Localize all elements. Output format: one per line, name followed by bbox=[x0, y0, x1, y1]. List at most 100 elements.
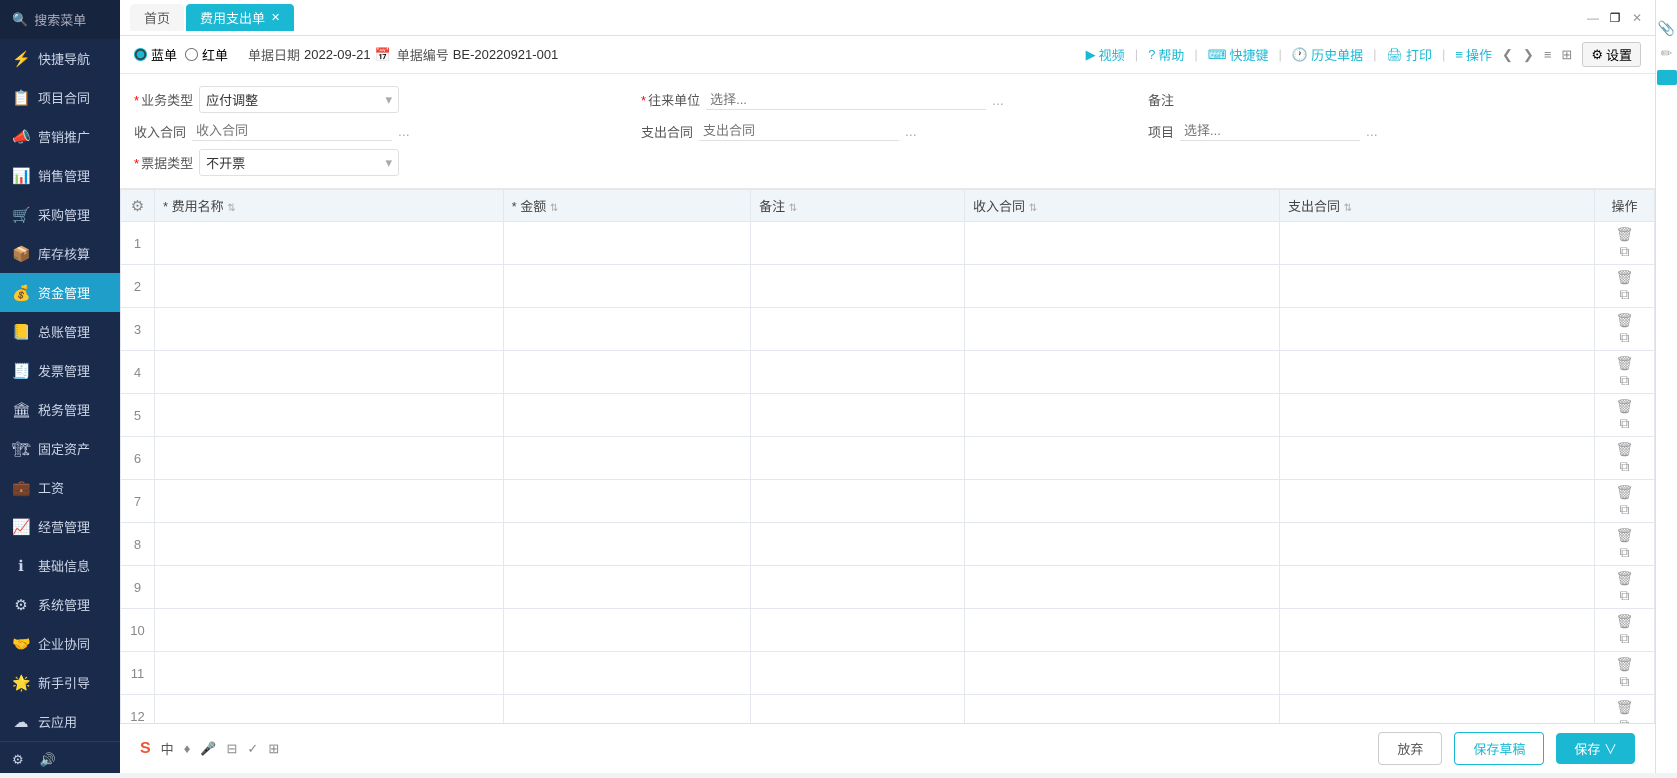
cell-expense-contract[interactable] bbox=[1280, 480, 1595, 523]
cell-expense-contract[interactable] bbox=[1280, 523, 1595, 566]
cell-remark[interactable] bbox=[751, 480, 965, 523]
delete-row-icon[interactable]: 🗑 bbox=[1616, 570, 1634, 586]
copy-row-icon[interactable]: ⧉ bbox=[1620, 458, 1630, 474]
cell-remark[interactable] bbox=[751, 265, 965, 308]
cell-amount[interactable] bbox=[503, 308, 751, 351]
radio-blue[interactable] bbox=[134, 48, 147, 61]
cell-amount[interactable] bbox=[503, 695, 751, 724]
cell-expense-contract[interactable] bbox=[1280, 351, 1595, 394]
expense-contract-dots[interactable]: ... bbox=[905, 123, 917, 139]
delete-row-icon[interactable]: 🗑 bbox=[1616, 484, 1634, 500]
cell-income-contract[interactable] bbox=[965, 652, 1280, 695]
cell-expense-contract[interactable] bbox=[1280, 437, 1595, 480]
sidebar-item-sys-mgmt[interactable]: ⚙ 系统管理 bbox=[0, 585, 120, 624]
radio-red-label[interactable]: 红单 bbox=[185, 45, 228, 64]
cell-amount[interactable] bbox=[503, 394, 751, 437]
cell-expense-name[interactable] bbox=[155, 265, 504, 308]
radio-blue-label[interactable]: 蓝单 bbox=[134, 45, 177, 64]
cell-expense-contract[interactable] bbox=[1280, 566, 1595, 609]
save-draft-button[interactable]: 保存草稿 bbox=[1454, 732, 1544, 765]
table-row[interactable]: 11 🗑 ⧉ bbox=[121, 652, 1655, 695]
cell-expense-contract[interactable] bbox=[1280, 394, 1595, 437]
cell-expense-name[interactable] bbox=[155, 566, 504, 609]
copy-row-icon[interactable]: ⧉ bbox=[1620, 372, 1630, 388]
cell-income-contract[interactable] bbox=[965, 394, 1280, 437]
edge-cyan-button[interactable] bbox=[1657, 70, 1677, 85]
sidebar-item-salary[interactable]: 💼 工资 bbox=[0, 468, 120, 507]
cell-expense-name[interactable] bbox=[155, 351, 504, 394]
table-row[interactable]: 3 🗑 ⧉ bbox=[121, 308, 1655, 351]
cell-expense-name[interactable] bbox=[155, 695, 504, 724]
project-dots[interactable]: ... bbox=[1366, 123, 1378, 139]
sidebar-item-invoice-mgmt[interactable]: 🧾 发票管理 bbox=[0, 351, 120, 390]
close-button[interactable]: ✕ bbox=[1629, 10, 1645, 26]
cell-income-contract[interactable] bbox=[965, 609, 1280, 652]
sidebar-item-capital-mgmt[interactable]: 💰 资金管理 bbox=[0, 273, 120, 312]
sidebar-item-account-mgmt[interactable]: 📒 总账管理 bbox=[0, 312, 120, 351]
cell-remark[interactable] bbox=[751, 437, 965, 480]
cell-amount[interactable] bbox=[503, 351, 751, 394]
edge-clip-icon[interactable]: 📎 bbox=[1658, 20, 1675, 37]
view-list-icon[interactable]: ≡ bbox=[1544, 47, 1552, 62]
sidebar-item-sales-mgmt[interactable]: 📊 销售管理 bbox=[0, 156, 120, 195]
copy-row-icon[interactable]: ⧉ bbox=[1620, 329, 1630, 345]
delete-row-icon[interactable]: 🗑 bbox=[1616, 398, 1634, 414]
table-row[interactable]: 5 🗑 ⧉ bbox=[121, 394, 1655, 437]
copy-row-icon[interactable]: ⧉ bbox=[1620, 630, 1630, 646]
tab-close-icon[interactable]: ✕ bbox=[271, 11, 280, 24]
cell-income-contract[interactable] bbox=[965, 695, 1280, 724]
save-button[interactable]: 保存 ∨ bbox=[1556, 733, 1635, 764]
income-contract-dots[interactable]: ... bbox=[398, 123, 410, 139]
tab-home[interactable]: 首页 bbox=[130, 4, 184, 31]
cell-remark[interactable] bbox=[751, 222, 965, 265]
cell-remark[interactable] bbox=[751, 308, 965, 351]
cell-expense-name[interactable] bbox=[155, 652, 504, 695]
settings-bottom-icon[interactable]: ⚙ bbox=[12, 752, 24, 768]
cell-remark[interactable] bbox=[751, 394, 965, 437]
cell-income-contract[interactable] bbox=[965, 480, 1280, 523]
sidebar-item-new-guide[interactable]: 🌟 新手引导 bbox=[0, 663, 120, 702]
history-action[interactable]: 🕐 历史单据 bbox=[1292, 45, 1363, 64]
abandon-button[interactable]: 放弃 bbox=[1378, 732, 1442, 765]
cell-expense-name[interactable] bbox=[155, 437, 504, 480]
radio-red[interactable] bbox=[185, 48, 198, 61]
cell-expense-contract[interactable] bbox=[1280, 308, 1595, 351]
copy-row-icon[interactable]: ⧉ bbox=[1620, 587, 1630, 603]
cell-income-contract[interactable] bbox=[965, 265, 1280, 308]
print-action[interactable]: 🖨 打印 bbox=[1386, 45, 1432, 64]
expense-contract-input[interactable] bbox=[699, 121, 899, 141]
cell-expense-name[interactable] bbox=[155, 480, 504, 523]
cell-amount[interactable] bbox=[503, 523, 751, 566]
tab-expense-bill[interactable]: 费用支出单 ✕ bbox=[186, 4, 294, 31]
table-row[interactable]: 6 🗑 ⧉ bbox=[121, 437, 1655, 480]
delete-row-icon[interactable]: 🗑 bbox=[1616, 226, 1634, 242]
cell-income-contract[interactable] bbox=[965, 523, 1280, 566]
copy-row-icon[interactable]: ⧉ bbox=[1620, 673, 1630, 689]
cell-expense-contract[interactable] bbox=[1280, 695, 1595, 724]
table-row[interactable]: 1 🗑 ⧉ bbox=[121, 222, 1655, 265]
remark-sort[interactable]: ⇅ bbox=[789, 203, 797, 214]
cell-expense-name[interactable] bbox=[155, 308, 504, 351]
table-row[interactable]: 10 🗑 ⧉ bbox=[121, 609, 1655, 652]
sidebar-item-tax-mgmt[interactable]: 🏛 税务管理 bbox=[0, 390, 120, 429]
cell-expense-contract[interactable] bbox=[1280, 222, 1595, 265]
cell-amount[interactable] bbox=[503, 609, 751, 652]
delete-row-icon[interactable]: 🗑 bbox=[1616, 527, 1634, 543]
minimize-button[interactable]: — bbox=[1585, 10, 1601, 26]
cell-amount[interactable] bbox=[503, 480, 751, 523]
help-action[interactable]: ? 帮助 bbox=[1148, 45, 1184, 64]
ops-action[interactable]: ≡ 操作 bbox=[1455, 45, 1492, 64]
table-row[interactable]: 7 🗑 ⧉ bbox=[121, 480, 1655, 523]
counterpart-input[interactable] bbox=[706, 90, 986, 110]
copy-row-icon[interactable]: ⧉ bbox=[1620, 286, 1630, 302]
audio-icon[interactable]: 🔊 bbox=[40, 752, 56, 768]
sidebar-item-cloud-app[interactable]: ☁ 云应用 bbox=[0, 702, 120, 741]
expense-name-sort[interactable]: ⇅ bbox=[227, 203, 235, 214]
copy-row-icon[interactable]: ⧉ bbox=[1620, 501, 1630, 517]
cell-expense-name[interactable] bbox=[155, 222, 504, 265]
amount-sort[interactable]: ⇅ bbox=[550, 203, 558, 214]
cell-expense-name[interactable] bbox=[155, 523, 504, 566]
table-gear-icon[interactable]: ⚙ bbox=[131, 198, 144, 215]
sidebar-item-project-contract[interactable]: 📋 项目合同 bbox=[0, 78, 120, 117]
cell-income-contract[interactable] bbox=[965, 566, 1280, 609]
